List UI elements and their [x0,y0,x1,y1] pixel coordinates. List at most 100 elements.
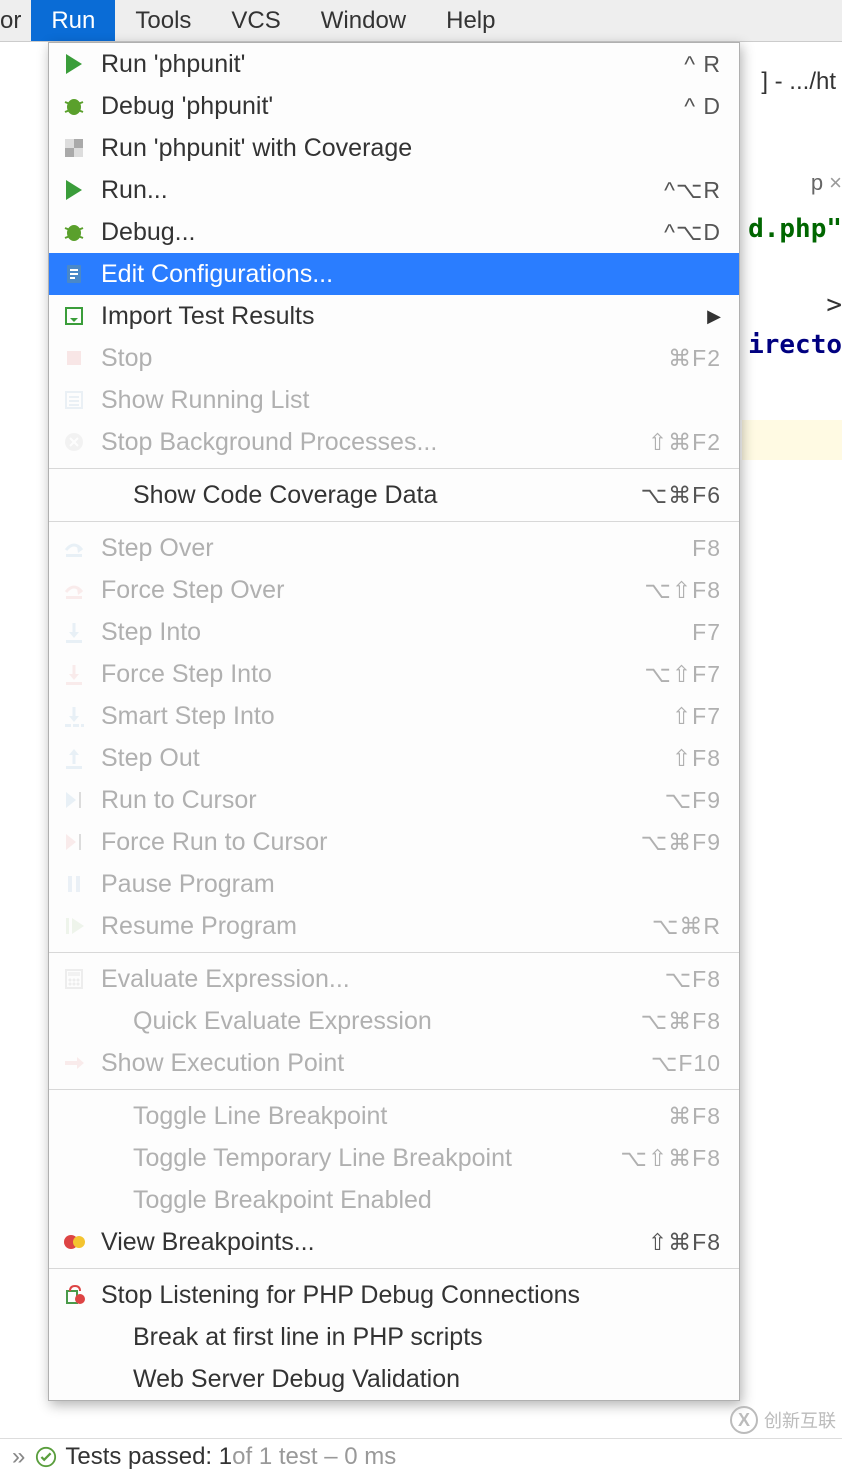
menu-label: Resume Program [101,912,652,941]
menu-label: Toggle Temporary Line Breakpoint [133,1144,620,1173]
menu-step-out: Step Out⇧F8 [49,737,739,779]
forcestepover-icon [59,575,89,605]
forceruncursor-icon [59,827,89,857]
menu-label: Debug... [101,218,664,247]
menu-shortcut: ^⌥R [664,177,721,204]
menu-label: Step Out [101,744,672,773]
menu-stop-listen[interactable]: Stop Listening for PHP Debug Connections [49,1274,739,1316]
menu-toggle-bp: Toggle Line Breakpoint⌘F8 [49,1095,739,1137]
menu-break-first[interactable]: Break at first line in PHP scripts [49,1316,739,1358]
shield-icon [59,133,89,163]
menu-toggle-bp-en: Toggle Breakpoint Enabled [49,1179,739,1221]
blank-icon [91,1322,121,1352]
forcestepinto-icon [59,659,89,689]
stepover-icon [59,533,89,563]
bug-icon [59,91,89,121]
menu-run-coverage[interactable]: Run 'phpunit' with Coverage [49,127,739,169]
menu-step-over: Step OverF8 [49,527,739,569]
menu-label: Toggle Breakpoint Enabled [133,1186,721,1215]
import-icon [59,301,89,331]
menu-shortcut: ⇧⌘F8 [648,1229,721,1256]
menu-resume: Resume Program⌥⌘R [49,905,739,947]
menu-shortcut: ^ R [684,51,721,78]
menu-label: Show Running List [101,386,721,415]
bug-icon [59,217,89,247]
menu-separator [49,521,739,522]
menu-shortcut: ⌥⌘F8 [641,1008,721,1035]
editor-tab[interactable]: p × [811,170,842,196]
menu-quick-eval: Quick Evaluate Expression⌥⌘F8 [49,1000,739,1042]
menu-label: Force Step Into [101,660,644,689]
menubar-item-tools[interactable]: Tools [115,0,211,41]
menu-label: Evaluate Expression... [101,965,665,994]
menu-separator [49,1089,739,1090]
menu-label: Stop Listening for PHP Debug Connections [101,1281,721,1310]
menu-label: Pause Program [101,870,721,899]
menu-force-step-into: Force Step Into⌥⇧F7 [49,653,739,695]
menu-shortcut: ⌥⇧⌘F8 [620,1145,721,1172]
menu-import-test[interactable]: Import Test Results▶ [49,295,739,337]
menu-shortcut: ⌥⌘R [652,913,721,940]
menu-stop: Stop⌘F2 [49,337,739,379]
phplisten-icon [59,1280,89,1310]
menu-label: Toggle Line Breakpoint [133,1102,668,1131]
runtocursor-icon [59,785,89,815]
blank-icon [91,1006,121,1036]
menu-force-run-cursor: Force Run to Cursor⌥⌘F9 [49,821,739,863]
play-icon [59,49,89,79]
menu-shortcut: ⌘F2 [668,345,721,372]
menu-web-validate[interactable]: Web Server Debug Validation [49,1358,739,1400]
tests-summary: of 1 test – 0 ms [232,1443,396,1471]
menubar-item-partial: or [0,0,31,41]
menu-shortcut: ⌥⌘F6 [641,482,721,509]
blank-icon [91,480,121,510]
menu-label: Quick Evaluate Expression [133,1007,641,1036]
menu-run-phpunit[interactable]: Run 'phpunit'^ R [49,43,739,85]
menu-label: Run... [101,176,664,205]
menu-debug-ellipsis[interactable]: Debug...^⌥D [49,211,739,253]
blank-icon [91,1143,121,1173]
menu-shortcut: F8 [692,535,721,562]
menu-step-into: Step IntoF7 [49,611,739,653]
menu-label: Run 'phpunit' [101,50,684,79]
submenu-arrow-icon: ▶ [707,306,721,327]
menu-label: Break at first line in PHP scripts [133,1323,721,1352]
menu-shortcut: ⌥⇧F7 [644,661,721,688]
menu-label: Step Into [101,618,692,647]
menu-coverage-data[interactable]: Show Code Coverage Data⌥⌘F6 [49,474,739,516]
watermark: X创新互联 [730,1406,836,1434]
chevron-icon: » [12,1443,25,1471]
play-icon [59,175,89,205]
code-fragment-string: d.php" [748,214,842,244]
menubar-item-vcs[interactable]: VCS [211,0,300,41]
window-title-fragment: ] - .../ht [755,62,842,102]
menu-shortcut: ⌥F10 [651,1050,721,1077]
menubar-item-help[interactable]: Help [426,0,515,41]
smartstepinto-icon [59,701,89,731]
menu-separator [49,1268,739,1269]
menu-toggle-temp-bp: Toggle Temporary Line Breakpoint⌥⇧⌘F8 [49,1137,739,1179]
menu-smart-step-into: Smart Step Into⇧F7 [49,695,739,737]
code-fragment-keyword: irecto [748,330,842,360]
menu-run-ellipsis[interactable]: Run...^⌥R [49,169,739,211]
menu-separator [49,468,739,469]
menu-view-bp[interactable]: View Breakpoints...⇧⌘F8 [49,1221,739,1263]
menu-label: Force Run to Cursor [101,828,641,857]
menu-label: Debug 'phpunit' [101,92,684,121]
menu-label: Stop Background Processes... [101,428,648,457]
menu-shortcut: ⇧F7 [672,703,721,730]
menubar-item-window[interactable]: Window [301,0,426,41]
menubar: or Run Tools VCS Window Help [0,0,842,42]
close-tab-icon[interactable]: × [829,170,842,196]
menu-label: Stop [101,344,668,373]
blank-icon [91,1364,121,1394]
menu-shortcut: ⇧⌘F2 [648,429,721,456]
menu-edit-config[interactable]: Edit Configurations... [49,253,739,295]
cancel-icon [59,427,89,457]
menu-shortcut: ⌘F8 [668,1103,721,1130]
menu-debug-phpunit[interactable]: Debug 'phpunit'^ D [49,85,739,127]
menubar-item-run[interactable]: Run [31,0,115,41]
menu-show-exec: Show Execution Point⌥F10 [49,1042,739,1084]
stepout-icon [59,743,89,773]
breakpoints-icon [59,1227,89,1257]
